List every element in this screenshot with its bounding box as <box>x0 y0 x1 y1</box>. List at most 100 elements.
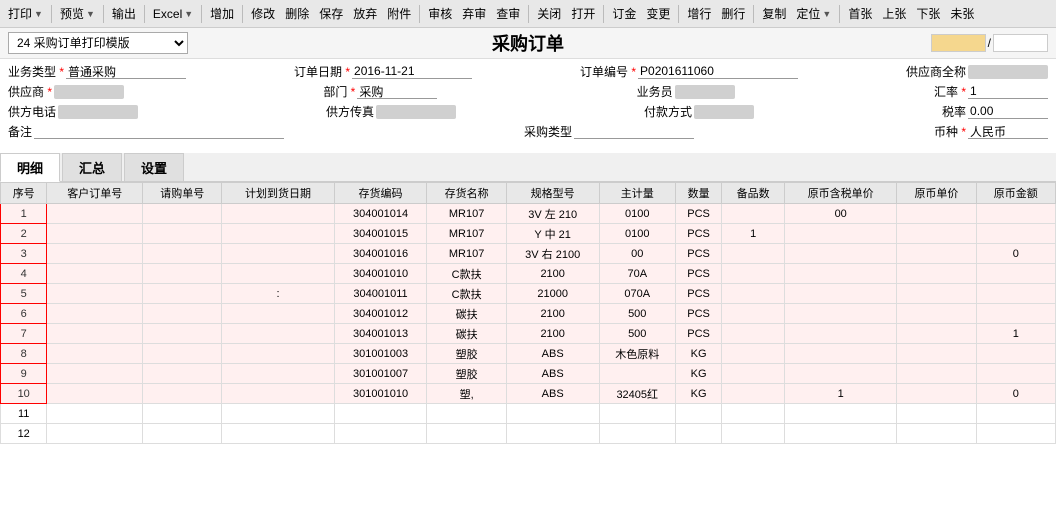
toolbar-item-Excel[interactable]: Excel▼ <box>149 5 197 23</box>
detail-table-container[interactable]: 序号客户订单号请购单号计划到货日期存货编码存货名称规格型号主计量数量备品数原币含… <box>0 182 1056 472</box>
toolbar-item-删除[interactable]: 删除 <box>281 3 313 24</box>
table-cell: PCS <box>675 264 721 284</box>
doc-title: 采购订单 <box>492 30 564 56</box>
toolbar-item-复制[interactable]: 复制 <box>758 3 790 24</box>
toolbar-item-附件[interactable]: 附件 <box>383 3 415 24</box>
purchase-type-input[interactable] <box>574 124 694 139</box>
table-cell: 0100 <box>599 224 675 244</box>
tab-设置[interactable]: 设置 <box>124 153 184 181</box>
currency-input[interactable] <box>968 124 1048 139</box>
col-header: 存货名称 <box>427 183 506 204</box>
toolbar-item-放弃[interactable]: 放弃 <box>349 3 381 24</box>
table-cell: 70A <box>599 264 675 284</box>
table-row[interactable]: 4304001010C款扶210070APCS <box>1 264 1056 284</box>
col-header: 请购单号 <box>143 183 222 204</box>
toolbar-item-首张[interactable]: 首张 <box>844 3 876 24</box>
tab-汇总[interactable]: 汇总 <box>62 153 122 181</box>
table-row[interactable]: 1304001014MR1073V 左 2100100PCS00 <box>1 204 1056 224</box>
salesperson-label: 业务员 <box>637 83 673 100</box>
toolbar-item-保存[interactable]: 保存 <box>315 3 347 24</box>
toolbar-item-关闭[interactable]: 关闭 <box>533 3 565 24</box>
supplier-value <box>54 85 124 99</box>
toolbar-item-定位[interactable]: 定位▼ <box>792 3 835 24</box>
tab-明细[interactable]: 明细 <box>0 153 60 182</box>
table-cell <box>222 364 334 384</box>
table-row[interactable]: 2304001015MR107Y 中 210100PCS1 <box>1 224 1056 244</box>
print-template-row: 24 采购订单打印模版 采购订单 / <box>0 28 1056 59</box>
exchange-rate-input[interactable] <box>968 84 1048 99</box>
toolbar-item-变更[interactable]: 变更 <box>642 3 674 24</box>
tax-rate-input[interactable] <box>968 104 1048 119</box>
table-row[interactable]: 10301001010塑,ABS32405红KG10 <box>1 384 1056 404</box>
form-row-4: 备注 采购类型 币种 * <box>8 123 1048 140</box>
table-cell: 11 <box>1 404 47 424</box>
order-no-input[interactable] <box>638 64 798 79</box>
toolbar-item-查审[interactable]: 查审 <box>492 3 524 24</box>
table-row[interactable]: 11 <box>1 404 1056 424</box>
table-cell <box>143 424 222 444</box>
order-no-label: 订单编号 * <box>580 63 636 80</box>
toolbar-item-审核[interactable]: 审核 <box>424 3 456 24</box>
table-row[interactable]: 12 <box>1 424 1056 444</box>
table-cell: 304001014 <box>334 204 427 224</box>
toolbar-item-下张[interactable]: 下张 <box>912 3 944 24</box>
table-row[interactable]: 5:304001011C款扶21000070APCS <box>1 284 1056 304</box>
col-header: 原币含税单价 <box>785 183 897 204</box>
slash-sep: / <box>988 36 991 50</box>
table-cell: 304001010 <box>334 264 427 284</box>
toolbar-item-增加[interactable]: 增加 <box>206 3 238 24</box>
table-cell <box>222 244 334 264</box>
table-cell: Y 中 21 <box>506 224 599 244</box>
table-cell: 2100 <box>506 264 599 284</box>
toolbar-separator <box>242 5 243 23</box>
table-row[interactable]: 9301001007塑胶ABSKG <box>1 364 1056 384</box>
table-cell: 301001003 <box>334 344 427 364</box>
table-cell <box>785 344 897 364</box>
toolbar-item-未张[interactable]: 未张 <box>946 3 978 24</box>
table-cell: 304001013 <box>334 324 427 344</box>
table-cell: 304001015 <box>334 224 427 244</box>
phone-value <box>58 105 138 119</box>
dept-input[interactable] <box>357 84 437 99</box>
order-date-input[interactable] <box>352 64 472 79</box>
table-cell <box>47 364 143 384</box>
table-cell <box>785 324 897 344</box>
page-total-input[interactable] <box>993 34 1048 52</box>
table-cell: 301001007 <box>334 364 427 384</box>
table-row[interactable]: 8301001003塑胶ABS木色原料KG <box>1 344 1056 364</box>
page-current-input[interactable] <box>931 34 986 52</box>
remarks-input[interactable] <box>34 124 284 139</box>
table-cell: 1 <box>1 204 47 224</box>
table-cell: MR107 <box>427 204 506 224</box>
table-cell <box>976 204 1055 224</box>
toolbar-item-预览[interactable]: 预览▼ <box>56 3 99 24</box>
toolbar-item-增行[interactable]: 增行 <box>683 3 715 24</box>
dropdown-arrow-icon: ▼ <box>822 9 831 19</box>
table-cell: PCS <box>675 224 721 244</box>
col-header: 规格型号 <box>506 183 599 204</box>
main-area: 24 采购订单打印模版 采购订单 / 业务类型 * 订单日期 * 订单编号 <box>0 28 1056 516</box>
table-cell: 8 <box>1 344 47 364</box>
toolbar-item-修改[interactable]: 修改 <box>247 3 279 24</box>
col-header: 原币金额 <box>976 183 1055 204</box>
toolbar-item-弃审[interactable]: 弃审 <box>458 3 490 24</box>
toolbar-item-打开[interactable]: 打开 <box>567 3 599 24</box>
table-cell <box>506 404 599 424</box>
toolbar-item-订金[interactable]: 订金 <box>608 3 640 24</box>
table-cell <box>47 324 143 344</box>
table-cell <box>143 384 222 404</box>
toolbar-item-上张[interactable]: 上张 <box>878 3 910 24</box>
table-cell <box>785 304 897 324</box>
table-row[interactable]: 7304001013碳扶2100500PCS1 <box>1 324 1056 344</box>
table-row[interactable]: 3304001016MR1073V 右 210000PCS0 <box>1 244 1056 264</box>
table-cell <box>47 424 143 444</box>
toolbar-item-删行[interactable]: 删行 <box>717 3 749 24</box>
toolbar-item-打印[interactable]: 打印▼ <box>4 3 47 24</box>
toolbar-item-输出[interactable]: 输出 <box>108 3 140 24</box>
table-row[interactable]: 6304001012碳扶2100500PCS <box>1 304 1056 324</box>
print-template-select[interactable]: 24 采购订单打印模版 <box>8 32 188 54</box>
table-cell <box>47 344 143 364</box>
table-cell: 1 <box>722 224 785 244</box>
business-type-input[interactable] <box>66 64 186 79</box>
table-cell <box>506 424 599 444</box>
